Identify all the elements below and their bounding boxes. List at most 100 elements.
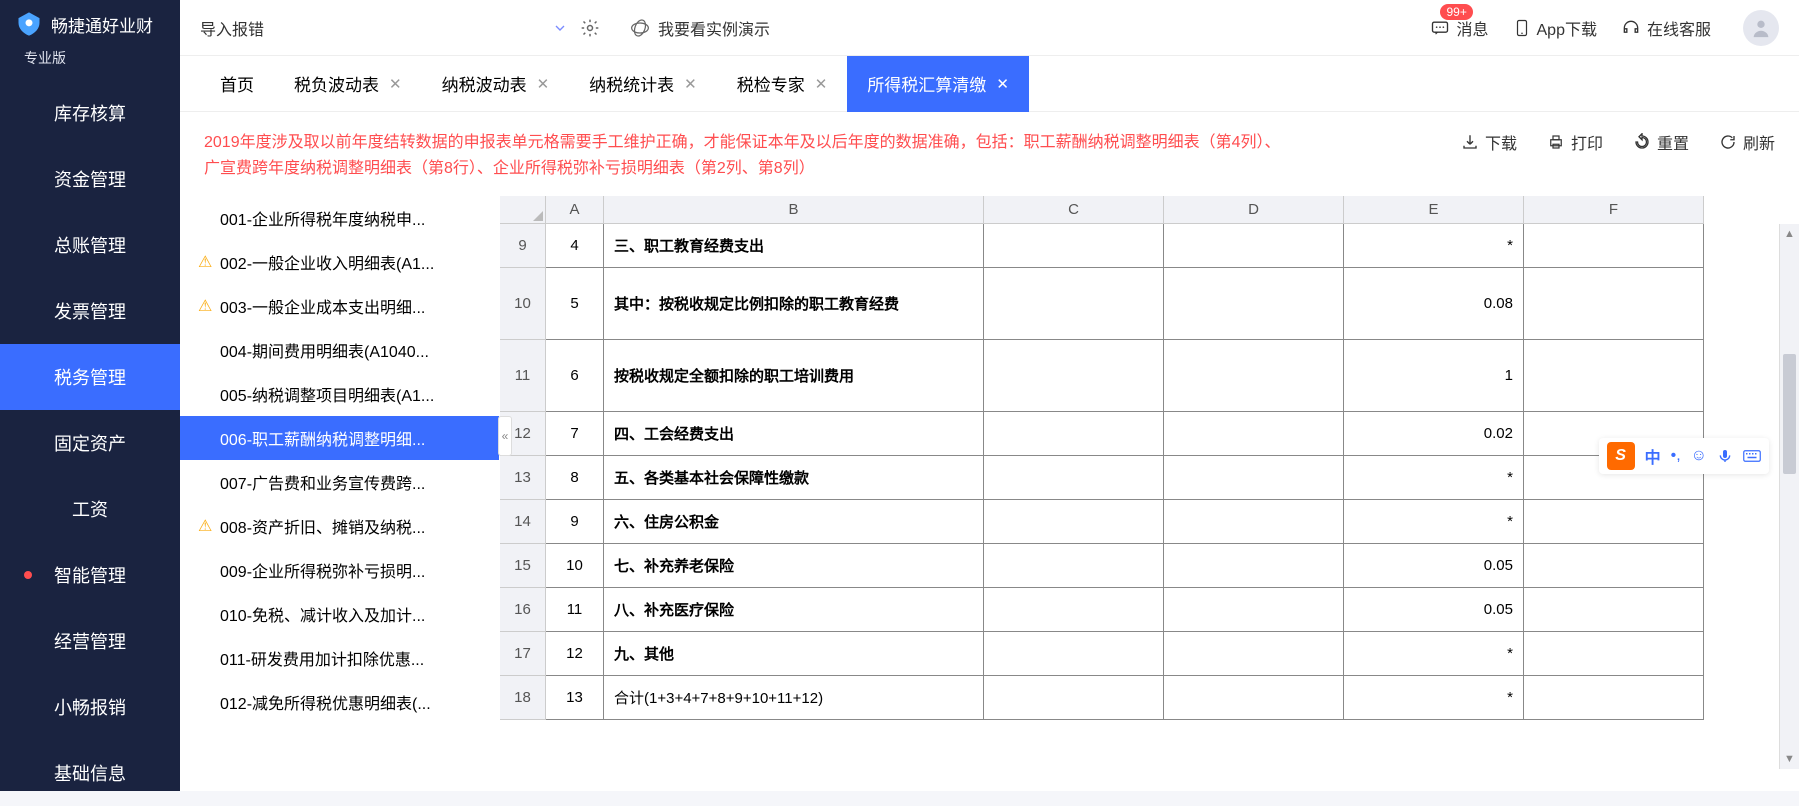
scroll-down-icon[interactable]: ▼	[1780, 749, 1799, 769]
ime-mic-icon[interactable]	[1717, 448, 1733, 464]
nav-item-9[interactable]: 小畅报销	[0, 674, 180, 740]
row-header-15[interactable]: 15	[500, 544, 546, 588]
chevron-down-icon[interactable]	[552, 20, 568, 36]
cell-c-9[interactable]	[984, 224, 1164, 268]
nav-item-1[interactable]: 资金管理	[0, 146, 180, 212]
cell-b-16[interactable]: 八、补充医疗保险	[604, 588, 984, 632]
cell-c-11[interactable]	[984, 340, 1164, 412]
message-button[interactable]: 99+ 消息	[1430, 16, 1488, 40]
cell-d-11[interactable]	[1164, 340, 1344, 412]
form-list-item-8[interactable]: 009-企业所得税弥补亏损明...	[180, 548, 499, 592]
form-list-item-6[interactable]: 007-广告费和业务宣传费跨...	[180, 460, 499, 504]
form-list-item-9[interactable]: 010-免税、减计收入及加计...	[180, 592, 499, 636]
nav-item-2[interactable]: 总账管理	[0, 212, 180, 278]
cell-e-11[interactable]: 1	[1344, 340, 1524, 412]
cell-f-14[interactable]	[1524, 500, 1704, 544]
cell-c-14[interactable]	[984, 500, 1164, 544]
cell-b-13[interactable]: 五、各类基本社会保障性缴款	[604, 456, 984, 500]
vertical-scrollbar[interactable]: ▲ ▼	[1779, 224, 1799, 769]
cell-f-15[interactable]	[1524, 544, 1704, 588]
cell-a-15[interactable]: 10	[546, 544, 604, 588]
col-header-C[interactable]: C	[984, 196, 1164, 224]
ime-keyboard-icon[interactable]	[1743, 449, 1761, 463]
ime-emoji-icon[interactable]: ☺	[1691, 447, 1707, 465]
cell-c-10[interactable]	[984, 268, 1164, 340]
cell-d-14[interactable]	[1164, 500, 1344, 544]
cell-f-17[interactable]	[1524, 632, 1704, 676]
col-header-D[interactable]: D	[1164, 196, 1344, 224]
cell-c-13[interactable]	[984, 456, 1164, 500]
form-list-item-1[interactable]: ⚠002-一般企业收入明细表(A1...	[180, 240, 499, 284]
nav-item-4[interactable]: 税务管理	[0, 344, 180, 410]
cell-d-15[interactable]	[1164, 544, 1344, 588]
avatar[interactable]	[1743, 10, 1779, 46]
cell-c-12[interactable]	[984, 412, 1164, 456]
cell-e-10[interactable]: 0.08	[1344, 268, 1524, 340]
cell-b-11[interactable]: 按税收规定全额扣除的职工培训费用	[604, 340, 984, 412]
tab-2[interactable]: 纳税波动表✕	[422, 56, 570, 112]
cell-e-18[interactable]: *	[1344, 676, 1524, 720]
col-header-F[interactable]: F	[1524, 196, 1704, 224]
cell-f-16[interactable]	[1524, 588, 1704, 632]
collapse-handle[interactable]: «	[498, 416, 512, 456]
cell-a-12[interactable]: 7	[546, 412, 604, 456]
cell-b-10[interactable]: 其中：按税收规定比例扣除的职工教育经费	[604, 268, 984, 340]
row-header-14[interactable]: 14	[500, 500, 546, 544]
cell-d-13[interactable]	[1164, 456, 1344, 500]
cell-d-9[interactable]	[1164, 224, 1344, 268]
cell-c-16[interactable]	[984, 588, 1164, 632]
cell-a-18[interactable]: 13	[546, 676, 604, 720]
cell-f-11[interactable]	[1524, 340, 1704, 412]
cell-e-14[interactable]: *	[1344, 500, 1524, 544]
cell-a-10[interactable]: 5	[546, 268, 604, 340]
cell-e-12[interactable]: 0.02	[1344, 412, 1524, 456]
scroll-up-icon[interactable]: ▲	[1780, 224, 1799, 244]
cell-f-18[interactable]	[1524, 676, 1704, 720]
reset-button[interactable]: 重置	[1633, 130, 1689, 154]
cell-c-15[interactable]	[984, 544, 1164, 588]
gear-icon[interactable]	[580, 18, 600, 38]
cell-e-15[interactable]: 0.05	[1344, 544, 1524, 588]
col-header-A[interactable]: A	[546, 196, 604, 224]
close-icon[interactable]: ✕	[996, 75, 1009, 93]
cell-f-10[interactable]	[1524, 268, 1704, 340]
close-icon[interactable]: ✕	[684, 75, 697, 93]
cell-c-18[interactable]	[984, 676, 1164, 720]
download-button[interactable]: 下载	[1461, 130, 1517, 154]
cell-b-14[interactable]: 六、住房公积金	[604, 500, 984, 544]
form-list-item-11[interactable]: 012-减免所得税优惠明细表(...	[180, 680, 499, 724]
refresh-button[interactable]: 刷新	[1719, 130, 1775, 154]
col-header-B[interactable]: B	[604, 196, 984, 224]
cell-f-9[interactable]	[1524, 224, 1704, 268]
row-header-16[interactable]: 16	[500, 588, 546, 632]
cell-e-16[interactable]: 0.05	[1344, 588, 1524, 632]
tab-0[interactable]: 首页	[200, 56, 274, 112]
form-list-item-0[interactable]: 001-企业所得税年度纳税申...	[180, 196, 499, 240]
nav-item-8[interactable]: 经营管理	[0, 608, 180, 674]
cell-c-17[interactable]	[984, 632, 1164, 676]
tab-5[interactable]: 所得税汇算清缴✕	[847, 56, 1029, 112]
app-download-button[interactable]: App下载	[1513, 16, 1597, 40]
nav-item-7[interactable]: 智能管理	[0, 542, 180, 608]
nav-item-5[interactable]: 固定资产	[0, 410, 180, 476]
cell-a-11[interactable]: 6	[546, 340, 604, 412]
cell-a-16[interactable]: 11	[546, 588, 604, 632]
row-header-10[interactable]: 10	[500, 268, 546, 340]
cell-a-13[interactable]: 8	[546, 456, 604, 500]
cell-d-18[interactable]	[1164, 676, 1344, 720]
row-header-17[interactable]: 17	[500, 632, 546, 676]
row-header-13[interactable]: 13	[500, 456, 546, 500]
nav-item-3[interactable]: 发票管理	[0, 278, 180, 344]
col-header-E[interactable]: E	[1344, 196, 1524, 224]
cell-e-9[interactable]: *	[1344, 224, 1524, 268]
form-list-item-4[interactable]: 005-纳税调整项目明细表(A1...	[180, 372, 499, 416]
close-icon[interactable]: ✕	[537, 75, 550, 93]
cell-d-17[interactable]	[1164, 632, 1344, 676]
nav-item-0[interactable]: 库存核算	[0, 80, 180, 146]
nav-item-6[interactable]: 工资	[0, 476, 180, 542]
tab-1[interactable]: 税负波动表✕	[274, 56, 422, 112]
search-input[interactable]	[200, 12, 540, 44]
cell-a-9[interactable]: 4	[546, 224, 604, 268]
cell-e-17[interactable]: *	[1344, 632, 1524, 676]
cell-d-16[interactable]	[1164, 588, 1344, 632]
